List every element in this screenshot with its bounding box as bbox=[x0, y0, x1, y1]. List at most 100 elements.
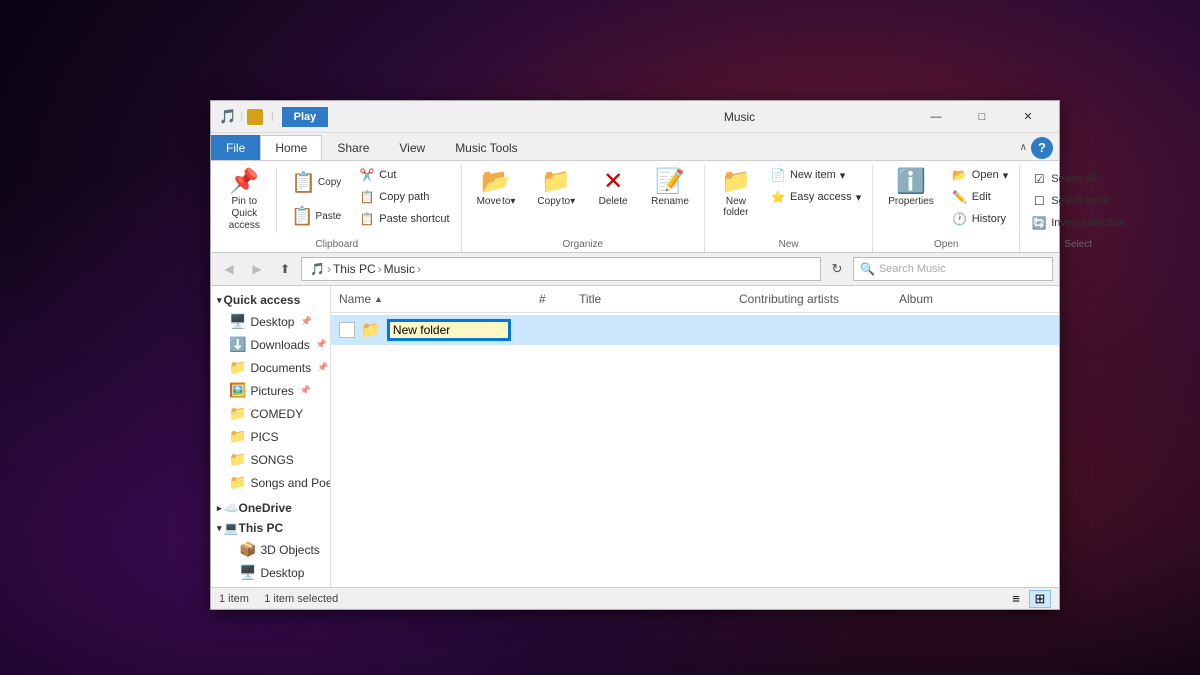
address-path[interactable]: 🎵 › This PC › Music › bbox=[301, 257, 821, 281]
invert-selection-button[interactable]: 🔄 Invert selection bbox=[1026, 213, 1130, 233]
copy-path-button[interactable]: 📋 Copy path bbox=[354, 187, 454, 207]
easy-access-icon: ⭐ bbox=[770, 190, 786, 204]
minimize-button[interactable]: — bbox=[913, 101, 959, 133]
ribbon-group-new: 📁 Newfolder 📄 New item ▾ ⭐ Easy access ▾ bbox=[705, 165, 873, 252]
table-row[interactable]: 📁 bbox=[331, 315, 1059, 345]
open-edit-group: 📂 Open ▾ ✏️ Edit 🕐 History bbox=[947, 165, 1013, 229]
ribbon-collapse-btn[interactable]: ∧ bbox=[1020, 142, 1027, 153]
new-item-button[interactable]: 📄 New item ▾ bbox=[765, 165, 866, 185]
delete-button[interactable]: ✕ Delete bbox=[588, 165, 638, 212]
close-button[interactable]: ✕ bbox=[1005, 101, 1051, 133]
open-button[interactable]: 📂 Open ▾ bbox=[947, 165, 1013, 185]
sidebar-label-downloads: Downloads bbox=[250, 338, 309, 352]
new-item-label: New item bbox=[790, 169, 836, 181]
sidebar-item-desktop-pc[interactable]: 🖥️ Desktop bbox=[221, 561, 330, 584]
onedrive-header[interactable]: ▸ ☁️ OneDrive bbox=[211, 498, 330, 518]
col-header-album[interactable]: Album bbox=[891, 290, 1011, 308]
refresh-button[interactable]: ↻ bbox=[825, 257, 849, 281]
paste-button[interactable]: 📋 Paste bbox=[282, 201, 350, 232]
col-header-title[interactable]: Title bbox=[571, 290, 731, 308]
sidebar-label-pics: PICS bbox=[250, 430, 278, 444]
sidebar-label-3dobjects: 3D Objects bbox=[260, 543, 319, 557]
sidebar-item-documents[interactable]: 📁 Documents bbox=[211, 356, 330, 379]
play-tab-active[interactable]: Play bbox=[282, 107, 329, 127]
sidebar-item-3dobjects[interactable]: 📦 3D Objects bbox=[221, 538, 330, 561]
songs-folder-icon: 📁 bbox=[229, 451, 246, 468]
checkbox-icon[interactable] bbox=[339, 322, 355, 338]
new-item-group: 📄 New item ▾ ⭐ Easy access ▾ bbox=[765, 165, 866, 207]
cut-button[interactable]: ✂️ Cut bbox=[354, 165, 454, 185]
rename-button[interactable]: 📝 Rename bbox=[642, 165, 698, 212]
col-header-name[interactable]: Name ▲ bbox=[331, 290, 531, 308]
maximize-button[interactable]: □ bbox=[959, 101, 1005, 133]
ribbon: File Home Share View Music Tools ∧ ? 📌 P… bbox=[211, 133, 1059, 253]
copy-to-drop: Copy to▾ bbox=[537, 196, 575, 207]
tab-music-tools[interactable]: Music Tools bbox=[440, 135, 532, 160]
organize-buttons: 📂 Move to▾ 📁 Copy to▾ bbox=[468, 165, 698, 237]
new-label: New bbox=[711, 239, 866, 250]
properties-label: Properties bbox=[888, 196, 934, 207]
file-artist-cell bbox=[731, 328, 891, 332]
select-none-label: Select none bbox=[1051, 195, 1109, 207]
sidebar-item-desktop[interactable]: 🖥️ Desktop bbox=[211, 310, 330, 333]
search-box[interactable]: 🔍 Search Music bbox=[853, 257, 1053, 281]
ribbon-tabs: File Home Share View Music Tools ∧ ? bbox=[211, 133, 1059, 161]
pin-to-quick-button[interactable]: 📌 Pin to Quick access bbox=[219, 165, 270, 237]
open-chevron: ▾ bbox=[1003, 169, 1009, 182]
details-view-button[interactable]: ≡ bbox=[1005, 590, 1027, 608]
help-button[interactable]: ? bbox=[1031, 137, 1053, 159]
copy-button[interactable]: 📋 Copy bbox=[282, 165, 350, 200]
sidebar-item-comedy[interactable]: 📁 COMEDY bbox=[211, 402, 330, 425]
tab-share[interactable]: Share bbox=[322, 135, 384, 160]
file-name-cell: 📁 bbox=[331, 318, 531, 342]
col-header-num[interactable]: # bbox=[531, 290, 571, 308]
large-icons-button[interactable]: ⊞ bbox=[1029, 590, 1051, 608]
pin-label: Pin to Quick access bbox=[228, 196, 261, 232]
chevron-icon: ▾ bbox=[217, 295, 222, 306]
select-all-button[interactable]: ☑ Select all bbox=[1026, 169, 1101, 189]
edit-button[interactable]: ✏️ Edit bbox=[947, 187, 1013, 207]
select-all-label: Select all bbox=[1051, 173, 1096, 185]
move-to-button[interactable]: 📂 Move to▾ bbox=[468, 165, 525, 212]
desktop-icon: 🖥️ bbox=[229, 313, 246, 330]
tab-view[interactable]: View bbox=[384, 135, 440, 160]
sidebar-label-desktop: Desktop bbox=[250, 315, 294, 329]
open-label: Open bbox=[972, 169, 999, 181]
sidebar-item-songs-poems[interactable]: 📁 Songs and Poems bbox=[211, 471, 330, 494]
up-button[interactable]: ⬆ bbox=[273, 257, 297, 281]
folder-icon: 📁 bbox=[361, 320, 381, 340]
easy-access-button[interactable]: ⭐ Easy access ▾ bbox=[765, 187, 866, 207]
back-button[interactable]: ◀ bbox=[217, 257, 241, 281]
view-controls: ≡ ⊞ bbox=[1005, 590, 1051, 608]
this-pc-header[interactable]: ▾ 💻 This PC bbox=[211, 518, 330, 538]
quick-access-header[interactable]: ▾ Quick access bbox=[211, 290, 330, 310]
ribbon-content: 📌 Pin to Quick access 📋 Copy 📋 Paste bbox=[211, 161, 1059, 252]
copy-to-button[interactable]: 📁 Copy to▾ bbox=[528, 165, 584, 212]
col-header-artist[interactable]: Contributing artists bbox=[731, 290, 891, 308]
tab-home[interactable]: Home bbox=[260, 135, 322, 160]
search-placeholder: Search Music bbox=[879, 263, 946, 275]
path-music: Music bbox=[384, 262, 415, 276]
organize-label: Organize bbox=[468, 239, 698, 250]
history-button[interactable]: 🕐 History bbox=[947, 209, 1013, 229]
easy-access-chevron: ▾ bbox=[856, 191, 862, 204]
forward-button[interactable]: ▶ bbox=[245, 257, 269, 281]
paste-shortcut-button[interactable]: 📋 Paste shortcut bbox=[354, 209, 454, 229]
sidebar-item-pictures[interactable]: 🖼️ Pictures bbox=[211, 379, 330, 402]
sidebar-label-songs-poems: Songs and Poems bbox=[250, 476, 330, 490]
properties-button[interactable]: ℹ️ Properties bbox=[879, 165, 943, 212]
window-title: Music bbox=[566, 110, 913, 124]
copy-to-icon: 📁 bbox=[541, 170, 571, 194]
title-controls: — □ ✕ bbox=[913, 101, 1051, 133]
rename-input[interactable] bbox=[389, 321, 509, 339]
content-area: Name ▲ # Title Contributing artists Albu… bbox=[331, 286, 1059, 587]
new-folder-button[interactable]: 📁 Newfolder bbox=[711, 165, 761, 223]
tab-file[interactable]: File bbox=[211, 135, 260, 160]
separator: | bbox=[240, 111, 243, 122]
select-none-button[interactable]: ☐ Select none bbox=[1026, 191, 1114, 211]
sidebar-item-pics[interactable]: 📁 PICS bbox=[211, 425, 330, 448]
sidebar-item-downloads[interactable]: ⬇️ Downloads bbox=[211, 333, 330, 356]
clipboard-buttons: 📌 Pin to Quick access 📋 Copy 📋 Paste bbox=[219, 165, 455, 237]
invert-label: Invert selection bbox=[1051, 217, 1125, 229]
sidebar-item-songs[interactable]: 📁 SONGS bbox=[211, 448, 330, 471]
